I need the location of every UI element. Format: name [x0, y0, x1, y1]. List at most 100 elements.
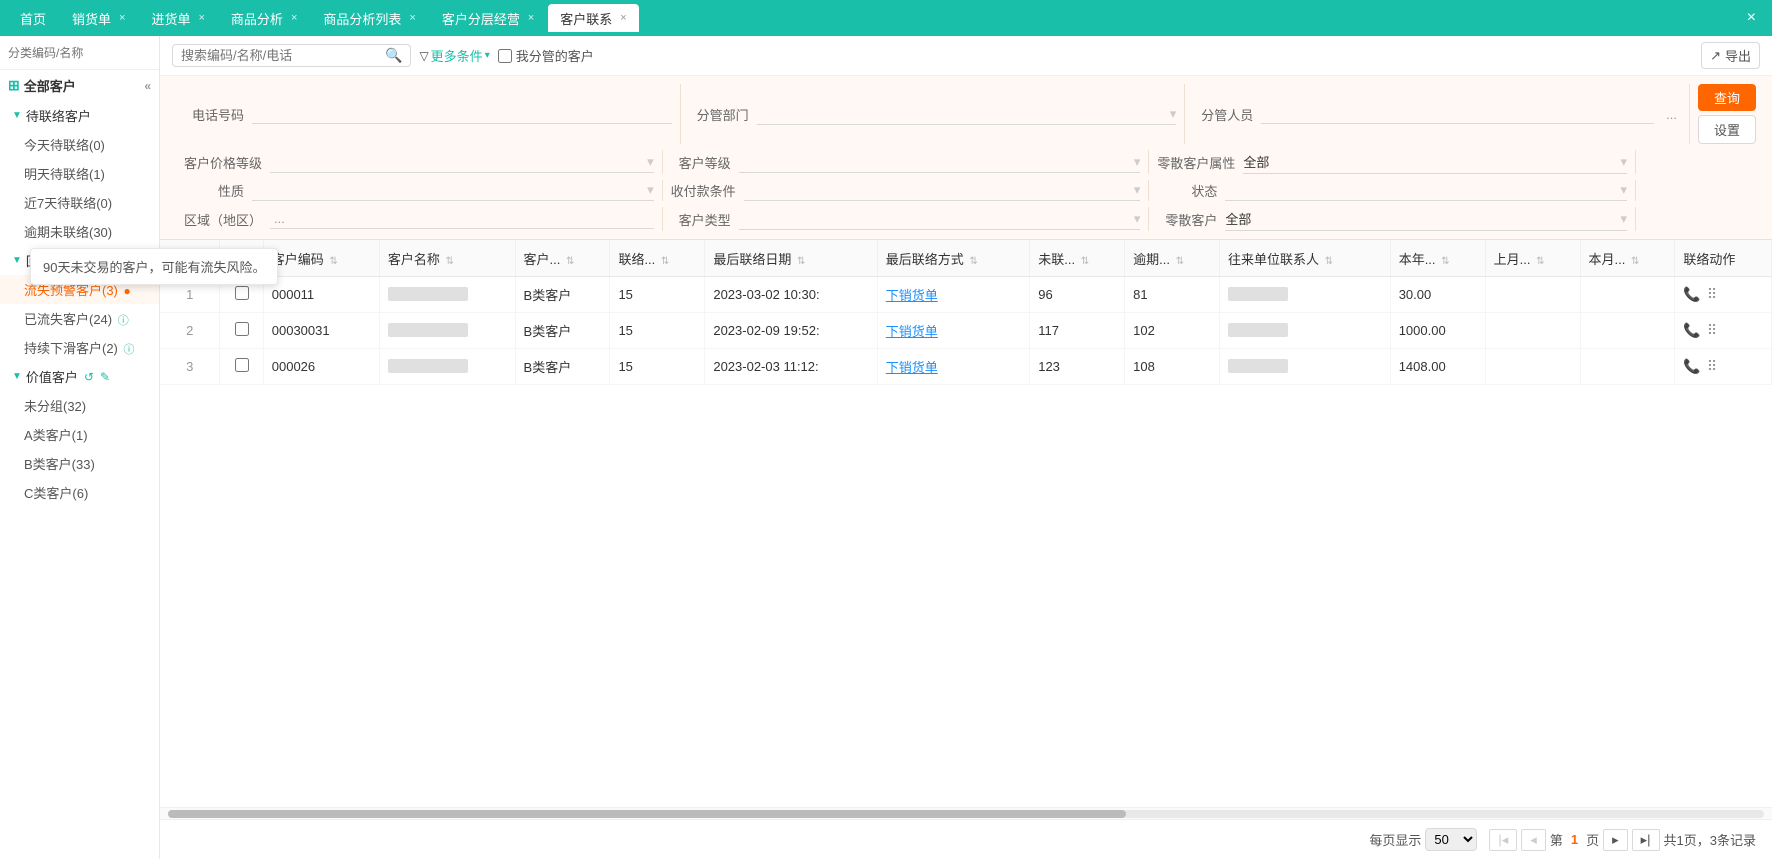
- unit-contact-col-header[interactable]: 往来单位联系人 ⇅: [1220, 240, 1391, 277]
- level-select-arrow: ▾: [1134, 154, 1141, 170]
- value-edit-icon[interactable]: ✎: [100, 370, 110, 384]
- zero-cust-label: 零散客户: [1157, 210, 1217, 229]
- search-wrap: 🔍: [172, 44, 411, 67]
- page-label: 第: [1550, 830, 1563, 849]
- this-month-col-header[interactable]: 本月... ⇅: [1580, 240, 1675, 277]
- sidebar-item-churned[interactable]: 已流失客户(24) ⓘ: [0, 304, 159, 333]
- action-more-icon-2[interactable]: ⠿: [1707, 358, 1717, 375]
- no-contact-col-header[interactable]: 未联... ⇅: [1030, 240, 1125, 277]
- sidebar-all-customers[interactable]: ⊞ 全部客户 «: [0, 70, 159, 101]
- close-purchase-icon[interactable]: ×: [198, 12, 204, 24]
- row-last-way-1[interactable]: 下销货单: [877, 313, 1029, 349]
- close-sales-icon[interactable]: ×: [119, 12, 125, 24]
- settings-button[interactable]: 设置: [1698, 115, 1756, 144]
- filter-icon: ▽: [419, 49, 428, 63]
- last-month-col-header[interactable]: 上月... ⇅: [1485, 240, 1580, 277]
- sidebar-item-declining[interactable]: 持续下滑客户(2) ⓘ: [0, 333, 159, 362]
- nav-tab-analysis[interactable]: 商品分析 ×: [219, 4, 309, 32]
- action-phone-icon-1[interactable]: 📞: [1683, 322, 1700, 339]
- row-type-2: B类客户: [515, 349, 610, 385]
- type-col-header[interactable]: 客户... ⇅: [515, 240, 610, 277]
- sidebar-item-overdue[interactable]: 逾期未联络(30): [0, 217, 159, 246]
- person-dots[interactable]: ...: [1662, 107, 1681, 122]
- payment-select[interactable]: ▾: [744, 180, 1141, 201]
- adv-status-field: 状态 ▾: [1149, 180, 1636, 201]
- advanced-filter: 电话号码 分管部门 ▾ 分管人员 ... 查询 设置: [160, 76, 1772, 240]
- close-customer-contact-icon[interactable]: ×: [620, 12, 626, 24]
- level-select[interactable]: ▾: [739, 152, 1141, 173]
- row-last-date-1: 2023-02-09 19:52:: [705, 313, 877, 349]
- sidebar-item-7days[interactable]: 近7天待联络(0): [0, 188, 159, 217]
- close-customer-tier-icon[interactable]: ×: [528, 12, 534, 24]
- row-this-year-0: 30.00: [1390, 277, 1485, 313]
- sidebar-search-input[interactable]: [8, 46, 160, 60]
- action-more-icon-0[interactable]: ⠿: [1707, 286, 1717, 303]
- nature-select[interactable]: ▾: [252, 180, 654, 201]
- last-page-button[interactable]: ▸|: [1632, 829, 1660, 851]
- query-button[interactable]: 查询: [1698, 84, 1756, 111]
- sidebar-item-ungrouped[interactable]: 未分组(32): [0, 391, 159, 420]
- this-year-col-header[interactable]: 本年... ⇅: [1390, 240, 1485, 277]
- zero-cust-select[interactable]: 全部 ▾: [1225, 207, 1627, 231]
- name-col-header[interactable]: 客户名称 ⇅: [379, 240, 515, 277]
- nav-tab-customer-contact[interactable]: 客户联系 ×: [548, 4, 638, 32]
- dept-select[interactable]: ▾: [757, 104, 1177, 125]
- my-customers-checkbox[interactable]: [498, 49, 512, 63]
- row-last-way-0[interactable]: 下销货单: [877, 277, 1029, 313]
- overdue-col-header[interactable]: 逾期... ⇅: [1125, 240, 1220, 277]
- scrollbar-thumb[interactable]: [168, 810, 1126, 818]
- horizontal-scrollbar[interactable]: [160, 807, 1772, 819]
- sidebar-item-tomorrow[interactable]: 明天待联络(1): [0, 159, 159, 188]
- action-more-icon-1[interactable]: ⠿: [1707, 322, 1717, 339]
- sidebar-item-today[interactable]: 今天待联络(0): [0, 130, 159, 159]
- region-dots[interactable]: ...: [270, 211, 289, 226]
- search-button-icon[interactable]: 🔍: [385, 47, 402, 64]
- sidebar-item-class-b[interactable]: B类客户(33): [0, 449, 159, 478]
- nav-customer-contact-label: 客户联系: [560, 9, 612, 28]
- search-input[interactable]: [181, 48, 381, 63]
- row-last-way-2[interactable]: 下销货单: [877, 349, 1029, 385]
- row-checkbox-1[interactable]: [220, 313, 263, 349]
- status-select[interactable]: ▾: [1225, 180, 1627, 201]
- value-group-header[interactable]: ▼ 价值客户 ↺ ✎: [0, 362, 159, 391]
- prev-page-button[interactable]: ◂: [1521, 829, 1546, 851]
- region-select[interactable]: ...: [270, 209, 654, 229]
- last-contact-way-col-header[interactable]: 最后联络方式 ⇅: [877, 240, 1029, 277]
- close-all-button[interactable]: ×: [1739, 5, 1764, 31]
- row-this-month-1: [1580, 313, 1675, 349]
- per-page-wrap: 每页显示 50 100: [1369, 828, 1477, 851]
- action-phone-icon-0[interactable]: 📞: [1683, 286, 1700, 303]
- type-select[interactable]: ▾: [739, 209, 1141, 230]
- nav-tab-home[interactable]: 首页: [8, 4, 58, 32]
- nav-tab-purchase[interactable]: 进货单 ×: [139, 4, 216, 32]
- person-input[interactable]: [1261, 104, 1654, 124]
- action-phone-icon-2[interactable]: 📞: [1683, 358, 1700, 375]
- sidebar-item-class-c[interactable]: C类客户(6): [0, 478, 159, 507]
- more-conditions-button[interactable]: ▽ 更多条件 ▾: [419, 46, 489, 65]
- pending-group-header[interactable]: ▼ 待联络客户: [0, 101, 159, 130]
- class-b-label: B类客户(33): [24, 457, 95, 472]
- sidebar-item-class-a[interactable]: A类客户(1): [0, 420, 159, 449]
- export-button[interactable]: ↗ 导出: [1701, 42, 1760, 69]
- value-refresh-icon[interactable]: ↺: [84, 370, 94, 384]
- nav-tab-sales[interactable]: 销货单 ×: [60, 4, 137, 32]
- row-checkbox-2[interactable]: [220, 349, 263, 385]
- phone-input[interactable]: [252, 104, 672, 124]
- collapse-sidebar-icon[interactable]: «: [144, 79, 151, 93]
- last-contact-date-col-header[interactable]: 最后联络日期 ⇅: [705, 240, 877, 277]
- zero-attr-select[interactable]: 全部 ▾: [1243, 150, 1627, 174]
- my-customers-checkbox-wrap[interactable]: 我分管的客户: [498, 46, 594, 65]
- adv-nature-field: 性质 ▾: [176, 180, 663, 201]
- first-page-button[interactable]: |◂: [1489, 829, 1517, 851]
- close-analysis-list-icon[interactable]: ×: [409, 12, 415, 24]
- contact-col-header[interactable]: 联络... ⇅: [610, 240, 705, 277]
- nav-tab-customer-tier[interactable]: 客户分层经营 ×: [430, 4, 546, 32]
- next-page-button[interactable]: ▸: [1603, 829, 1628, 851]
- last-contact-date-col-label: 最后联络日期: [713, 252, 791, 267]
- price-select[interactable]: ▾: [270, 152, 654, 173]
- close-analysis-icon[interactable]: ×: [291, 12, 297, 24]
- nav-tab-analysis-list[interactable]: 商品分析列表 ×: [311, 4, 427, 32]
- row-unit-contact-1: [1220, 313, 1391, 349]
- code-col-header[interactable]: 客户编码 ⇅: [263, 240, 379, 277]
- per-page-select[interactable]: 50 100: [1425, 828, 1477, 851]
